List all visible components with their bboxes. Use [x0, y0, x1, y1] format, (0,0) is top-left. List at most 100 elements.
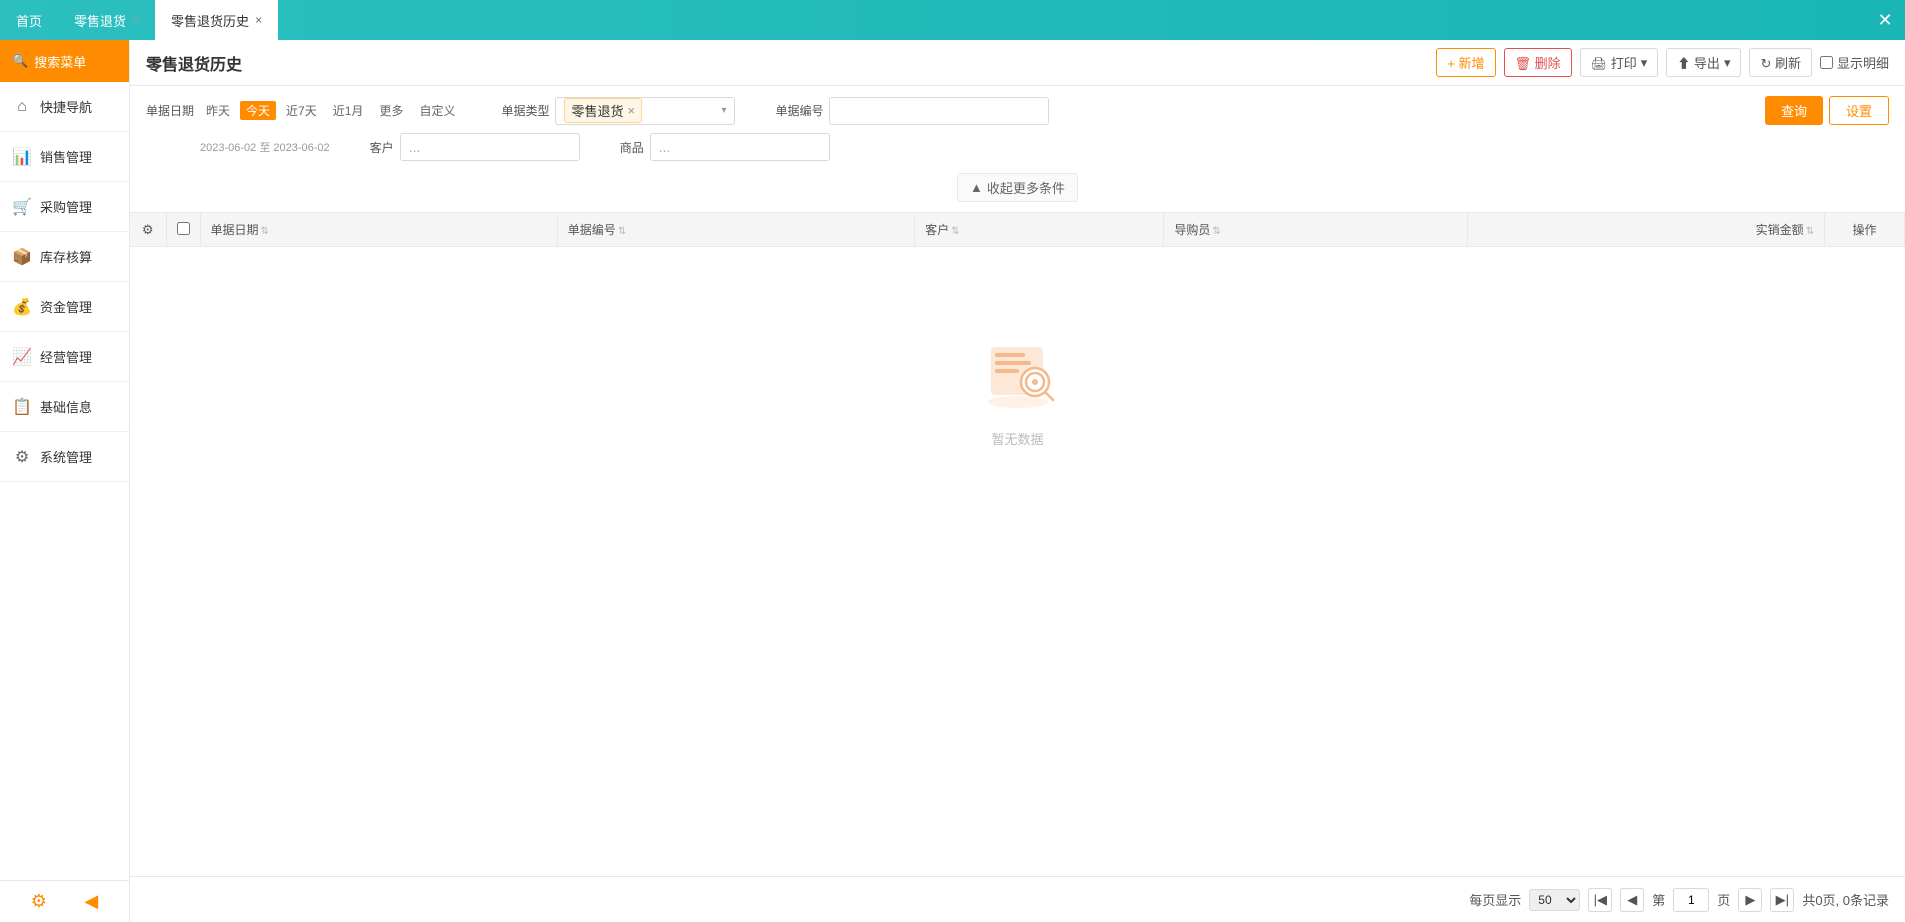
top-bar: 首页零售退货×零售退货历史× ✕: [0, 0, 1905, 40]
sidebar-item-sales-mgmt[interactable]: 📊 销售管理: [0, 132, 129, 182]
set-button[interactable]: 设置: [1829, 96, 1889, 125]
sidebar-item-system-mgmt[interactable]: ⚙ 系统管理: [0, 432, 129, 482]
voucher-no-input[interactable]: [829, 97, 1049, 125]
date-shortcut-更多[interactable]: 更多: [373, 101, 409, 120]
col-header-no[interactable]: 单据编号⇅: [557, 213, 914, 247]
per-page-select[interactable]: 102050100: [1529, 889, 1580, 911]
col-header-customer[interactable]: 客户⇅: [915, 213, 1164, 247]
tab-bar: 首页零售退货×零售退货历史×: [0, 0, 1865, 40]
total-info: 共0页, 0条记录: [1802, 890, 1889, 909]
product-dots: ...: [659, 139, 671, 155]
page-title: 零售退货历史: [146, 51, 242, 75]
tab-retail-return-history[interactable]: 零售退货历史×: [155, 0, 278, 40]
sidebar-item-business[interactable]: 📈经营管理: [0, 332, 129, 382]
page-input[interactable]: [1673, 888, 1709, 912]
page-unit: 页: [1717, 890, 1730, 909]
table-area: ⚙单据日期⇅单据编号⇅客户⇅导购员⇅实销金额⇅操作 暂: [130, 213, 1905, 876]
prev-page-button[interactable]: ◀: [1620, 888, 1644, 912]
query-button[interactable]: 查询: [1765, 96, 1823, 125]
customer-dots: ...: [409, 139, 421, 155]
filter-area: 单据日期 昨天今天近7天近1月更多自定义 单据类型 零售退货 × ▾: [130, 86, 1905, 213]
first-page-button[interactable]: |◀: [1588, 888, 1612, 912]
col-header-settings: ⚙: [130, 213, 166, 247]
data-table: ⚙ 单据日期⇅单据编号⇅客户⇅导购员⇅实销金额⇅操作: [130, 213, 1905, 247]
sort-icon-no: ⇅: [618, 226, 626, 237]
last-page-button[interactable]: ▶|: [1770, 888, 1794, 912]
print-button[interactable]: 🖨 打印 ▾: [1580, 48, 1659, 77]
voucher-no-filter: 单据编号: [775, 97, 1049, 125]
empty-state: 暂无数据: [130, 247, 1905, 528]
collapse-icon[interactable]: ◀: [84, 891, 98, 912]
col-header-actions: 操作: [1825, 213, 1905, 247]
sidebar-label-purchase-mgmt: 采购管理: [40, 197, 92, 216]
window-close-button[interactable]: ✕: [1865, 0, 1905, 40]
voucher-type-select[interactable]: 零售退货 × ▾: [555, 97, 735, 125]
sidebar-icon-basic-info: 📋: [12, 397, 32, 417]
sidebar-label-finance: 资金管理: [40, 297, 92, 316]
sidebar-item-finance[interactable]: 💰 资金管理: [0, 282, 129, 332]
date-shortcut-近7天[interactable]: 近7天: [280, 101, 323, 120]
sidebar-label-quick-nav: 快捷导航: [40, 97, 92, 116]
export-dropdown-icon: ▾: [1724, 55, 1731, 71]
sidebar: 🔍 搜索菜单 ⌂快捷导航 📊 销售管理 🛒采购管理📦库存核算 💰 资金管理 📈经营管理 📋 基础…: [0, 40, 130, 922]
header-actions: + 新增 🗑 删除 🖨 打印 ▾ ⬆ 导出 ▾ ↻ 刷新: [1436, 48, 1889, 77]
date-shortcut-昨天[interactable]: 昨天: [200, 101, 236, 120]
sidebar-search[interactable]: 🔍 搜索菜单: [0, 40, 129, 82]
col-header-checkbox: [166, 213, 200, 247]
tab-home[interactable]: 首页: [0, 0, 58, 40]
sidebar-item-basic-info[interactable]: 📋 基础信息: [0, 382, 129, 432]
tab-retail-return[interactable]: 零售退货×: [58, 0, 155, 40]
col-header-date[interactable]: 单据日期⇅: [200, 213, 557, 247]
date-shortcut-今天[interactable]: 今天: [240, 101, 276, 120]
sidebar-label-basic-info: 基础信息: [40, 397, 92, 416]
date-shortcut-自定义[interactable]: 自定义: [413, 101, 461, 120]
col-header-guide[interactable]: 导购员⇅: [1164, 213, 1467, 247]
col-header-amount[interactable]: 实销金额⇅: [1467, 213, 1824, 247]
tab-close-retail-return[interactable]: ×: [132, 13, 139, 27]
date-shortcuts: 昨天今天近7天近1月更多自定义: [200, 101, 461, 120]
settings-column-icon[interactable]: ⚙: [142, 222, 154, 237]
collapse-row: ▲ 收起更多条件: [146, 169, 1889, 202]
per-page-label: 每页显示: [1469, 890, 1521, 909]
page-header: 零售退货历史 + 新增 🗑 删除 🖨 打印 ▾ ⬆ 导出 ▾ ↻ 刷新: [130, 40, 1905, 86]
collapse-button[interactable]: ▲ 收起更多条件: [957, 173, 1078, 202]
sidebar-label-system-mgmt: 系统管理: [40, 447, 92, 466]
date-filter-label: 单据日期: [146, 102, 194, 119]
display-detail-input[interactable]: [1820, 56, 1833, 69]
search-icon: 🔍: [12, 53, 28, 69]
customer-input[interactable]: ...: [400, 133, 580, 161]
export-button[interactable]: ⬆ 导出 ▾: [1666, 48, 1741, 77]
pagination: 每页显示 102050100 |◀ ◀ 第 页 ▶ ▶| 共0页, 0条记录: [130, 876, 1905, 922]
filter-row-2: 单据日期 2023-06-02 至 2023-06-02 客户 ... 商品 .…: [146, 133, 1889, 161]
voucher-type-remove[interactable]: ×: [627, 103, 635, 118]
settings-icon[interactable]: ⚙: [31, 891, 47, 912]
product-input[interactable]: ...: [650, 133, 830, 161]
date-range-value: 2023-06-02 至 2023-06-02: [200, 139, 330, 155]
tab-close-retail-return-history[interactable]: ×: [255, 13, 262, 27]
voucher-type-chevron: ▾: [721, 105, 726, 116]
next-page-button[interactable]: ▶: [1738, 888, 1762, 912]
sort-icon-date: ⇅: [261, 226, 269, 237]
empty-text: 暂无数据: [991, 429, 1043, 448]
voucher-type-tag: 零售退货 ×: [564, 98, 642, 123]
voucher-no-label: 单据编号: [775, 102, 823, 119]
sidebar-icon-finance: 💰: [12, 297, 32, 317]
sidebar-icon-sales-mgmt: 📊: [12, 147, 32, 167]
select-all-checkbox[interactable]: [177, 222, 190, 235]
sidebar-item-quick-nav[interactable]: ⌂快捷导航: [0, 82, 129, 132]
sort-icon-amount: ⇅: [1806, 226, 1814, 237]
date-range-display: 单据日期 2023-06-02 至 2023-06-02: [146, 139, 330, 156]
sidebar-icon-system-mgmt: ⚙: [12, 447, 32, 467]
page-label: 第: [1652, 890, 1665, 909]
date-filter: 单据日期 昨天今天近7天近1月更多自定义: [146, 101, 461, 120]
display-detail-checkbox[interactable]: 显示明细: [1820, 53, 1889, 72]
date-shortcut-近1月[interactable]: 近1月: [327, 101, 370, 120]
delete-button[interactable]: 🗑 删除: [1504, 48, 1572, 77]
refresh-button[interactable]: ↻ 刷新: [1749, 48, 1812, 77]
new-button[interactable]: + 新增: [1436, 48, 1495, 77]
sidebar-item-purchase-mgmt[interactable]: 🛒采购管理: [0, 182, 129, 232]
sidebar-label-sales-mgmt: 销售管理: [40, 147, 92, 166]
action-buttons: 查询 设置: [1765, 96, 1889, 125]
sort-icon-customer: ⇅: [951, 226, 959, 237]
sidebar-item-inventory[interactable]: 📦库存核算: [0, 232, 129, 282]
